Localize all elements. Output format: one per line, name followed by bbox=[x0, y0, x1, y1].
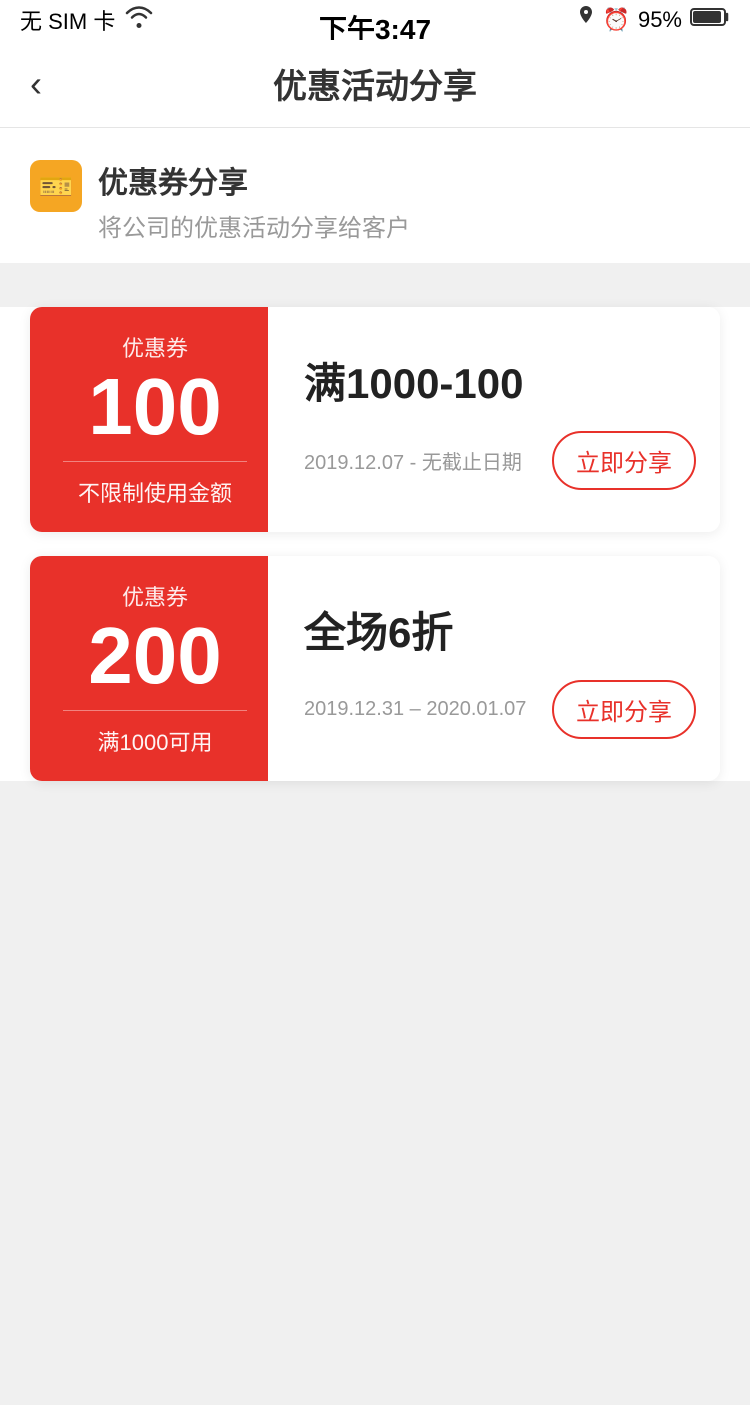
coupon-item: 优惠券 200 满1000可用 全场6折 2019.12.31 – 2020.0… bbox=[30, 556, 720, 781]
share-button[interactable]: 立即分享 bbox=[552, 431, 696, 490]
coupon-icon: 🎫 bbox=[39, 170, 74, 203]
coupon-amount: 100 bbox=[88, 367, 221, 447]
section-header: 🎫 优惠券分享 将公司的优惠活动分享给客户 bbox=[0, 128, 750, 263]
coupon-date: 2019.12.31 – 2020.01.07 bbox=[304, 698, 526, 721]
nav-title: 优惠活动分享 bbox=[273, 59, 477, 108]
coupon-condition: 满1000可用 bbox=[98, 725, 213, 757]
back-button[interactable]: ‹ bbox=[30, 66, 42, 102]
coupon-name: 满1000-100 bbox=[304, 350, 696, 411]
alarm-icon: ⏰ bbox=[603, 7, 630, 33]
coupon-amount: 200 bbox=[88, 616, 221, 696]
no-sim-text: 无 SIM 卡 bbox=[20, 4, 115, 36]
coupon-label: 优惠券 bbox=[122, 580, 188, 612]
status-left: 无 SIM 卡 bbox=[20, 4, 153, 36]
coupon-left: 优惠券 200 满1000可用 bbox=[30, 556, 280, 781]
section-text-block: 优惠券分享 将公司的优惠活动分享给客户 bbox=[98, 158, 410, 243]
coupon-edge-svg bbox=[268, 307, 292, 532]
divider bbox=[0, 263, 750, 283]
battery-icon bbox=[690, 6, 730, 34]
nav-bar: ‹ 优惠活动分享 bbox=[0, 40, 750, 128]
bottom-space bbox=[0, 805, 750, 1405]
coupon-left: 优惠券 100 不限制使用金额 bbox=[30, 307, 280, 532]
coupon-bottom-row: 2019.12.07 - 无截止日期 立即分享 bbox=[304, 431, 696, 490]
coupon-edge-svg bbox=[268, 556, 292, 781]
coupon-condition: 不限制使用金额 bbox=[78, 476, 232, 508]
coupon-name: 全场6折 bbox=[304, 599, 696, 660]
battery-percent: 95% bbox=[638, 7, 682, 33]
coupon-right: 全场6折 2019.12.31 – 2020.01.07 立即分享 bbox=[280, 556, 720, 781]
coupon-bottom-row: 2019.12.31 – 2020.01.07 立即分享 bbox=[304, 680, 696, 739]
coupon-list: 优惠券 100 不限制使用金额 满1000-100 2019.12.07 - 无… bbox=[0, 307, 750, 781]
coupon-right: 满1000-100 2019.12.07 - 无截止日期 立即分享 bbox=[280, 307, 720, 532]
coupon-divider bbox=[63, 461, 247, 462]
share-button[interactable]: 立即分享 bbox=[552, 680, 696, 739]
coupon-date: 2019.12.07 - 无截止日期 bbox=[304, 446, 522, 475]
coupon-item: 优惠券 100 不限制使用金额 满1000-100 2019.12.07 - 无… bbox=[30, 307, 720, 532]
coupon-label: 优惠券 bbox=[122, 331, 188, 363]
section-title: 优惠券分享 bbox=[98, 158, 410, 202]
section-subtitle: 将公司的优惠活动分享给客户 bbox=[98, 208, 410, 243]
coupon-divider bbox=[63, 710, 247, 711]
location-icon bbox=[577, 6, 595, 34]
status-right: ⏰ 95% bbox=[577, 6, 730, 34]
status-bar: 无 SIM 卡 下午3:47 ⏰ 95% bbox=[0, 0, 750, 40]
section-icon: 🎫 bbox=[30, 160, 82, 212]
wifi-icon bbox=[125, 6, 153, 34]
